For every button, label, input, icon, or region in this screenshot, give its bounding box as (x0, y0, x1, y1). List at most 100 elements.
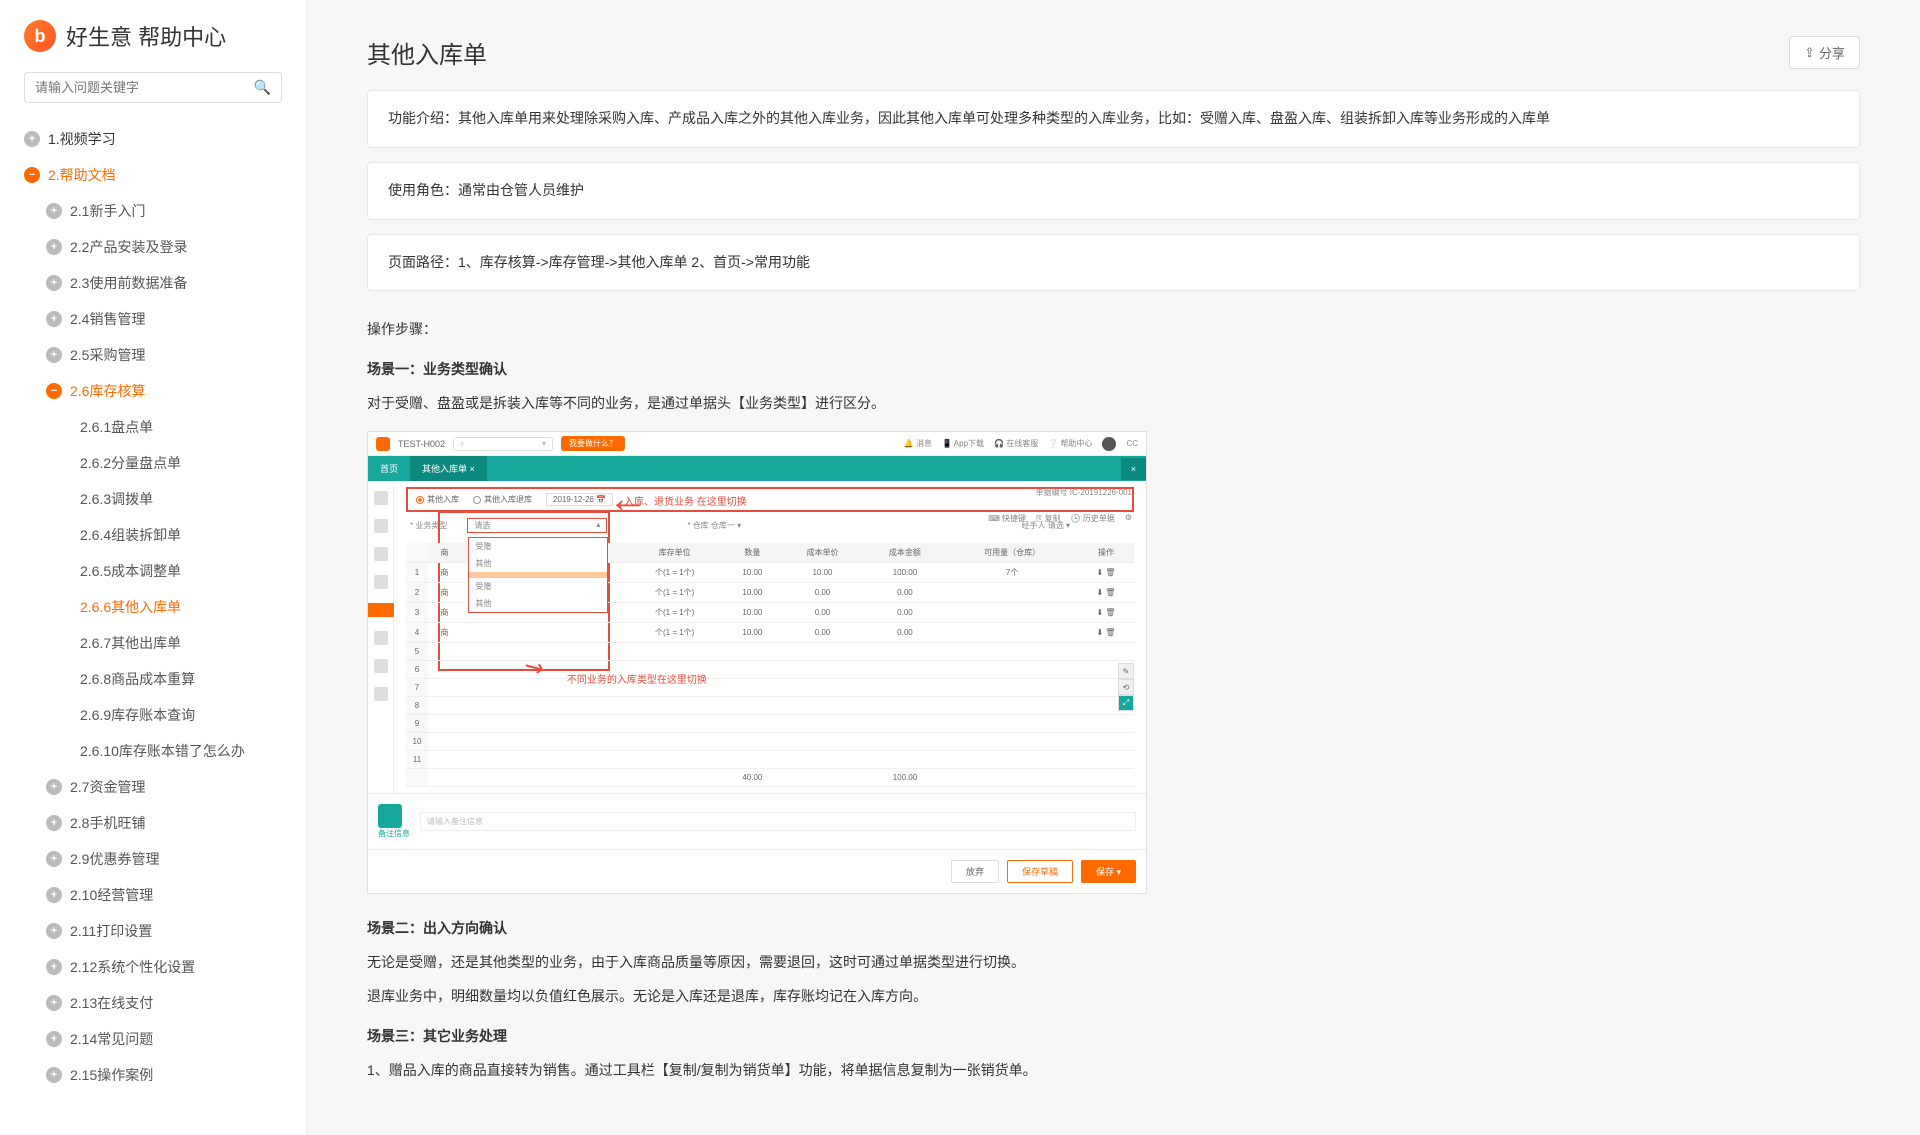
nav-2-6-3[interactable]: 2.6.3调拨单 (0, 481, 306, 517)
ss-logo-icon (376, 437, 390, 451)
embedded-screenshot: TEST-H002 ⌕▾ 我要做什么？ 🔔 消息 📱 App下载 🎧 在线客服 … (367, 431, 1147, 894)
content-body: 操作步骤： 场景一：业务类型确认 对于受赠、盘盈或是拆装入库等不同的业务，是通过… (367, 305, 1860, 1100)
app-logo: b (24, 20, 56, 52)
nav-2-6-8[interactable]: 2.6.8商品成本重算 (0, 661, 306, 697)
plus-icon (46, 311, 62, 327)
ss-nav-icon (374, 659, 388, 673)
nav-2-15[interactable]: 2.15操作案例 (0, 1057, 306, 1093)
path-card: 页面路径：1、库存核算->库存管理->其他入库单 2、首页->常用功能 (367, 234, 1860, 292)
ss-nav-icon (374, 631, 388, 645)
plus-icon (46, 851, 62, 867)
logo-row: b 好生意 帮助中心 (0, 20, 306, 72)
plus-icon (46, 275, 62, 291)
ss-doc-number: 单据编号 IC-20191226-001 (1036, 487, 1133, 498)
nav-2-13[interactable]: 2.13在线支付 (0, 985, 306, 1021)
plus-icon (46, 239, 62, 255)
plus-icon (46, 887, 62, 903)
ss-nav-icon (374, 491, 388, 505)
help-icon: ❔ (1048, 439, 1058, 448)
plus-icon (46, 779, 62, 795)
nav-2-9[interactable]: 2.9优惠券管理 (0, 841, 306, 877)
minus-icon (24, 167, 40, 183)
nav-2-6-4[interactable]: 2.6.4组装拆卸单 (0, 517, 306, 553)
sidebar: b 好生意 帮助中心 🔍 1.视频学习 2.帮助文档 2.1新手入门 2.2产品… (0, 0, 307, 1135)
plus-icon (46, 995, 62, 1011)
tool-icon: ⤢ (1118, 695, 1134, 711)
plus-icon (24, 131, 40, 147)
ss-annotation-1: 入库、退货业务 在这里切换 (624, 493, 747, 508)
search-icon[interactable]: 🔍 (254, 79, 271, 96)
nav-2-6-5[interactable]: 2.6.5成本调整单 (0, 553, 306, 589)
ss-date-field: 2019-12-26 📅 (546, 493, 613, 506)
nav-2-12[interactable]: 2.12系统个性化设置 (0, 949, 306, 985)
remark-icon (378, 804, 402, 828)
nav-2-1[interactable]: 2.1新手入门 (0, 193, 306, 229)
role-card: 使用角色：通常由仓管人员维护 (367, 162, 1860, 220)
ss-side-tools: ✎ ⟲ ⤢ (1118, 663, 1134, 711)
ss-topbar-right: 🔔 消息 📱 App下载 🎧 在线客服 ❔ 帮助中心 CC (904, 437, 1138, 451)
search-input[interactable] (35, 80, 254, 95)
nav-2-8[interactable]: 2.8手机旺铺 (0, 805, 306, 841)
site-title: 好生意 帮助中心 (66, 20, 226, 52)
page-title: 其他入库单 (367, 35, 487, 70)
scene3-title: 场景三：其它业务处理 (367, 1022, 1860, 1050)
nav-2-6-6[interactable]: 2.6.6其他入库单 (0, 589, 306, 625)
tool-icon: ⟲ (1118, 679, 1134, 695)
nav-2-6-2[interactable]: 2.6.2分量盘点单 (0, 445, 306, 481)
nav-2-6-10[interactable]: 2.6.10库存账本错了怎么办 (0, 733, 306, 769)
ss-tenant: TEST-H002 (398, 439, 445, 449)
ss-radio-in: 其他入库 (416, 494, 459, 505)
steps-label: 操作步骤： (367, 315, 1860, 343)
nav-2-10[interactable]: 2.10经营管理 (0, 877, 306, 913)
plus-icon (46, 347, 62, 363)
plus-icon (46, 815, 62, 831)
ss-annotation-2: ↘ 不同业务的入库类型在这里切换 (544, 661, 707, 690)
plus-icon (46, 1067, 62, 1083)
nav-section-1[interactable]: 1.视频学习 (0, 121, 306, 157)
bell-icon: 🔔 (904, 439, 914, 448)
nav-2-7[interactable]: 2.7资金管理 (0, 769, 306, 805)
scene2-p2: 退库业务中，明细数量均以负值红色展示。无论是入库还是退库，库存账均记在入库方向。 (367, 982, 1860, 1010)
search-box[interactable]: 🔍 (24, 72, 282, 103)
phone-icon: 📱 (942, 439, 952, 448)
scene2-p1: 无论是受赠，还是其他类型的业务，由于入库商品质量等原因，需要退回，这时可通过单据… (367, 948, 1860, 976)
ss-remark-row: 备注信息 请输入备注信息 (368, 793, 1146, 849)
nav-2-6[interactable]: 2.6库存核算 (0, 373, 306, 409)
nav-2-14[interactable]: 2.14常见问题 (0, 1021, 306, 1057)
share-icon: ⇪ (1804, 45, 1815, 61)
ss-biztype-select: 请选 ▴ 受赠 其他 受赠 其他 (467, 518, 607, 533)
plus-icon (46, 1031, 62, 1047)
share-button[interactable]: ⇪ 分享 (1789, 36, 1860, 69)
nav-2-6-1[interactable]: 2.6.1盘点单 (0, 409, 306, 445)
ss-doctype-row: 其他入库 其他入库退库 2019-12-26 📅 ← (406, 487, 1134, 512)
scene1-desc: 对于受赠、盘盈或是拆装入库等不同的业务，是通过单据头【业务类型】进行区分。 (367, 389, 1860, 417)
ss-biztype-dropdown: 受赠 其他 受赠 其他 (468, 537, 608, 613)
avatar-icon (1102, 437, 1116, 451)
scene2-title: 场景二：出入方向确认 (367, 914, 1860, 942)
tool-icon: ✎ (1118, 663, 1134, 679)
ss-tab-close-icon: × (1121, 458, 1146, 480)
scene3-p1: 1、赠品入库的商品直接转为销售。通过工具栏【复制/复制为销货单】功能，将单据信息… (367, 1056, 1860, 1084)
ss-mini-search: ⌕▾ (453, 437, 553, 451)
nav-section-2[interactable]: 2.帮助文档 (0, 157, 306, 193)
ss-tab-active: 其他入库单 × (410, 456, 487, 481)
ss-draft-button: 保存草稿 (1007, 860, 1073, 883)
nav-2-4[interactable]: 2.4销售管理 (0, 301, 306, 337)
main-content: 其他入库单 ⇪ 分享 功能介绍：其他入库单用来处理除采购入库、产成品入库之外的其… (307, 0, 1920, 1135)
ss-remark-input: 请输入备注信息 (420, 812, 1136, 831)
ss-footer: 放弃 保存草稿 保存 ▾ (368, 849, 1146, 893)
plus-icon (46, 923, 62, 939)
nav-2-3[interactable]: 2.3使用前数据准备 (0, 265, 306, 301)
nav-2-6-7[interactable]: 2.6.7其他出库单 (0, 625, 306, 661)
ss-discard-button: 放弃 (951, 860, 999, 883)
nav-2-2[interactable]: 2.2产品安装及登录 (0, 229, 306, 265)
nav-2-11[interactable]: 2.11打印设置 (0, 913, 306, 949)
ss-new-button: 我要做什么？ (561, 436, 625, 451)
nav-2-6-9[interactable]: 2.6.9库存账本查询 (0, 697, 306, 733)
gear-icon: ⚙ (1125, 513, 1132, 524)
ss-tab-home: 首页 (368, 456, 410, 481)
ss-radio-return: 其他入库退库 (473, 494, 532, 505)
nav-2-5[interactable]: 2.5采购管理 (0, 337, 306, 373)
ss-nav-icon (374, 519, 388, 533)
ss-sidenav (368, 481, 394, 793)
